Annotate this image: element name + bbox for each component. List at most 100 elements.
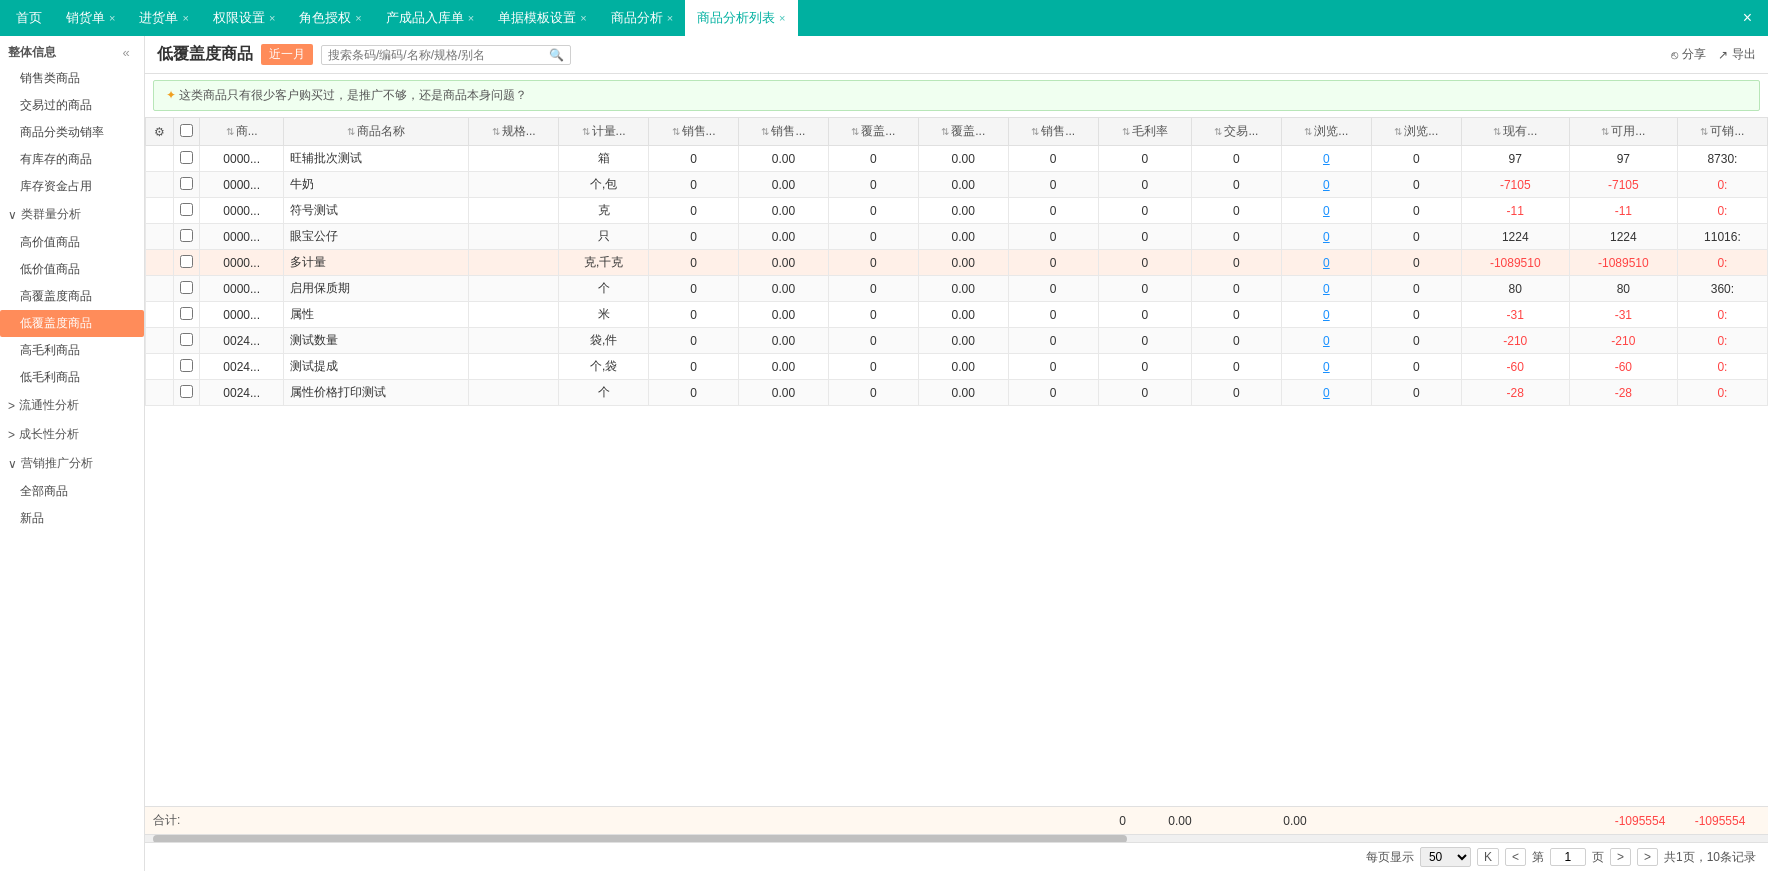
cell-checkbox[interactable] xyxy=(174,250,200,276)
cell-browse1[interactable]: 0 xyxy=(1281,250,1371,276)
th-sales-count[interactable]: ⇅销售... xyxy=(1008,118,1098,146)
nav-goods-analysis-list[interactable]: 商品分析列表 × xyxy=(685,0,797,36)
cell-checkbox[interactable] xyxy=(174,198,200,224)
th-trade[interactable]: ⇅交易... xyxy=(1191,118,1281,146)
prev-page-button[interactable]: < xyxy=(1505,848,1526,866)
nav-role[interactable]: 角色授权 × xyxy=(287,0,373,36)
nav-product-in[interactable]: 产成品入库单 × xyxy=(374,0,486,36)
cell-checkbox[interactable] xyxy=(174,276,200,302)
th-browse2[interactable]: ⇅浏览... xyxy=(1371,118,1461,146)
nav-template-close[interactable]: × xyxy=(580,12,586,24)
row-checkbox[interactable] xyxy=(180,177,193,190)
horizontal-scrollbar[interactable] xyxy=(145,834,1768,842)
sidebar-item-high-profit[interactable]: 高毛利商品 xyxy=(0,337,144,364)
th-code[interactable]: ⇅商... xyxy=(200,118,284,146)
first-page-button[interactable]: K xyxy=(1477,848,1499,866)
row-checkbox[interactable] xyxy=(180,385,193,398)
share-button[interactable]: ⎋ 分享 xyxy=(1671,46,1706,63)
window-close-button[interactable]: × xyxy=(1731,0,1764,36)
page-title: 低覆盖度商品 xyxy=(157,44,253,65)
th-saleable[interactable]: ⇅可销... xyxy=(1677,118,1767,146)
cell-checkbox[interactable] xyxy=(174,380,200,406)
cell-checkbox[interactable] xyxy=(174,172,200,198)
row-checkbox[interactable] xyxy=(180,307,193,320)
sidebar-item-in-stock[interactable]: 有库存的商品 xyxy=(0,146,144,173)
cell-browse1[interactable]: 0 xyxy=(1281,224,1371,250)
sidebar-item-traded-goods[interactable]: 交易过的商品 xyxy=(0,92,144,119)
th-unit[interactable]: ⇅计量... xyxy=(559,118,649,146)
sidebar-growth-header[interactable]: > 成长性分析 xyxy=(0,420,144,449)
th-coverage2[interactable]: ⇅覆盖... xyxy=(918,118,1008,146)
sidebar-market-header[interactable]: ∨ 营销推广分析 xyxy=(0,449,144,478)
sidebar-item-low-value[interactable]: 低价值商品 xyxy=(0,256,144,283)
cell-browse1[interactable]: 0 xyxy=(1281,328,1371,354)
cell-browse1[interactable]: 0 xyxy=(1281,146,1371,172)
nav-goods-analysis[interactable]: 商品分析 × xyxy=(599,0,685,36)
search-icon[interactable]: 🔍 xyxy=(549,48,564,62)
cell-checkbox[interactable] xyxy=(174,328,200,354)
th-sales-amt[interactable]: ⇅销售... xyxy=(738,118,828,146)
next-page-button[interactable]: > xyxy=(1610,848,1631,866)
sidebar-item-low-coverage[interactable]: 低覆盖度商品 xyxy=(0,310,144,337)
th-available[interactable]: ⇅可用... xyxy=(1569,118,1677,146)
row-checkbox[interactable] xyxy=(180,203,193,216)
th-gross-rate[interactable]: ⇅毛利率 xyxy=(1098,118,1191,146)
row-checkbox[interactable] xyxy=(180,281,193,294)
sidebar-item-capital[interactable]: 库存资金占用 xyxy=(0,173,144,200)
nav-permission[interactable]: 权限设置 × xyxy=(201,0,287,36)
nav-sales[interactable]: 销货单 × xyxy=(54,0,127,36)
sidebar-flow-header[interactable]: > 流通性分析 xyxy=(0,391,144,420)
th-browse1[interactable]: ⇅浏览... xyxy=(1281,118,1371,146)
row-checkbox[interactable] xyxy=(180,359,193,372)
export-button[interactable]: ↗ 导出 xyxy=(1718,46,1756,63)
gear-icon[interactable]: ⚙ xyxy=(154,125,165,139)
nav-goods-analysis-list-close[interactable]: × xyxy=(779,12,785,24)
row-checkbox[interactable] xyxy=(180,229,193,242)
th-settings[interactable]: ⚙ xyxy=(146,118,174,146)
nav-purchase[interactable]: 进货单 × xyxy=(127,0,200,36)
nav-product-in-close[interactable]: × xyxy=(468,12,474,24)
cell-browse1[interactable]: 0 xyxy=(1281,354,1371,380)
sidebar-quality-header[interactable]: ∨ 类群量分析 xyxy=(0,200,144,229)
sidebar-collapse-button[interactable]: « xyxy=(116,43,136,63)
sidebar-item-new-goods[interactable]: 新品 xyxy=(0,505,144,532)
cell-checkbox[interactable] xyxy=(174,146,200,172)
table-wrapper[interactable]: ⚙ ⇅商... ⇅商品名称 ⇅规格... xyxy=(145,117,1768,806)
th-checkbox[interactable] xyxy=(174,118,200,146)
select-all-checkbox[interactable] xyxy=(180,124,193,137)
sidebar-item-high-coverage[interactable]: 高覆盖度商品 xyxy=(0,283,144,310)
th-coverage1[interactable]: ⇅覆盖... xyxy=(828,118,918,146)
row-checkbox[interactable] xyxy=(180,255,193,268)
nav-sales-close[interactable]: × xyxy=(109,12,115,24)
cell-browse1[interactable]: 0 xyxy=(1281,302,1371,328)
th-spec[interactable]: ⇅规格... xyxy=(469,118,559,146)
nav-template[interactable]: 单据模板设置 × xyxy=(486,0,598,36)
th-sales-qty[interactable]: ⇅销售... xyxy=(649,118,739,146)
sidebar-item-high-value[interactable]: 高价值商品 xyxy=(0,229,144,256)
cell-checkbox[interactable] xyxy=(174,302,200,328)
nav-role-close[interactable]: × xyxy=(355,12,361,24)
nav-purchase-close[interactable]: × xyxy=(182,12,188,24)
sidebar-item-goods-move[interactable]: 商品分类动销率 xyxy=(0,119,144,146)
cell-checkbox[interactable] xyxy=(174,354,200,380)
row-checkbox[interactable] xyxy=(180,333,193,346)
cell-browse1[interactable]: 0 xyxy=(1281,198,1371,224)
cell-browse1[interactable]: 0 xyxy=(1281,172,1371,198)
nav-goods-analysis-close[interactable]: × xyxy=(667,12,673,24)
sidebar-item-sales-goods[interactable]: 销售类商品 xyxy=(0,65,144,92)
page-input[interactable] xyxy=(1550,848,1586,866)
th-name[interactable]: ⇅商品名称 xyxy=(284,118,469,146)
per-page-select[interactable]: 50 100 200 xyxy=(1420,847,1471,867)
date-filter-button[interactable]: 近一月 xyxy=(261,44,313,65)
cell-browse1[interactable]: 0 xyxy=(1281,380,1371,406)
cell-browse1[interactable]: 0 xyxy=(1281,276,1371,302)
nav-permission-close[interactable]: × xyxy=(269,12,275,24)
search-input[interactable] xyxy=(328,48,545,62)
nav-home[interactable]: 首页 xyxy=(4,0,54,36)
row-checkbox[interactable] xyxy=(180,151,193,164)
th-current-stock[interactable]: ⇅现有... xyxy=(1461,118,1569,146)
sidebar-item-low-profit[interactable]: 低毛利商品 xyxy=(0,364,144,391)
sidebar-item-all-goods[interactable]: 全部商品 xyxy=(0,478,144,505)
cell-checkbox[interactable] xyxy=(174,224,200,250)
last-page-button[interactable]: > xyxy=(1637,848,1658,866)
